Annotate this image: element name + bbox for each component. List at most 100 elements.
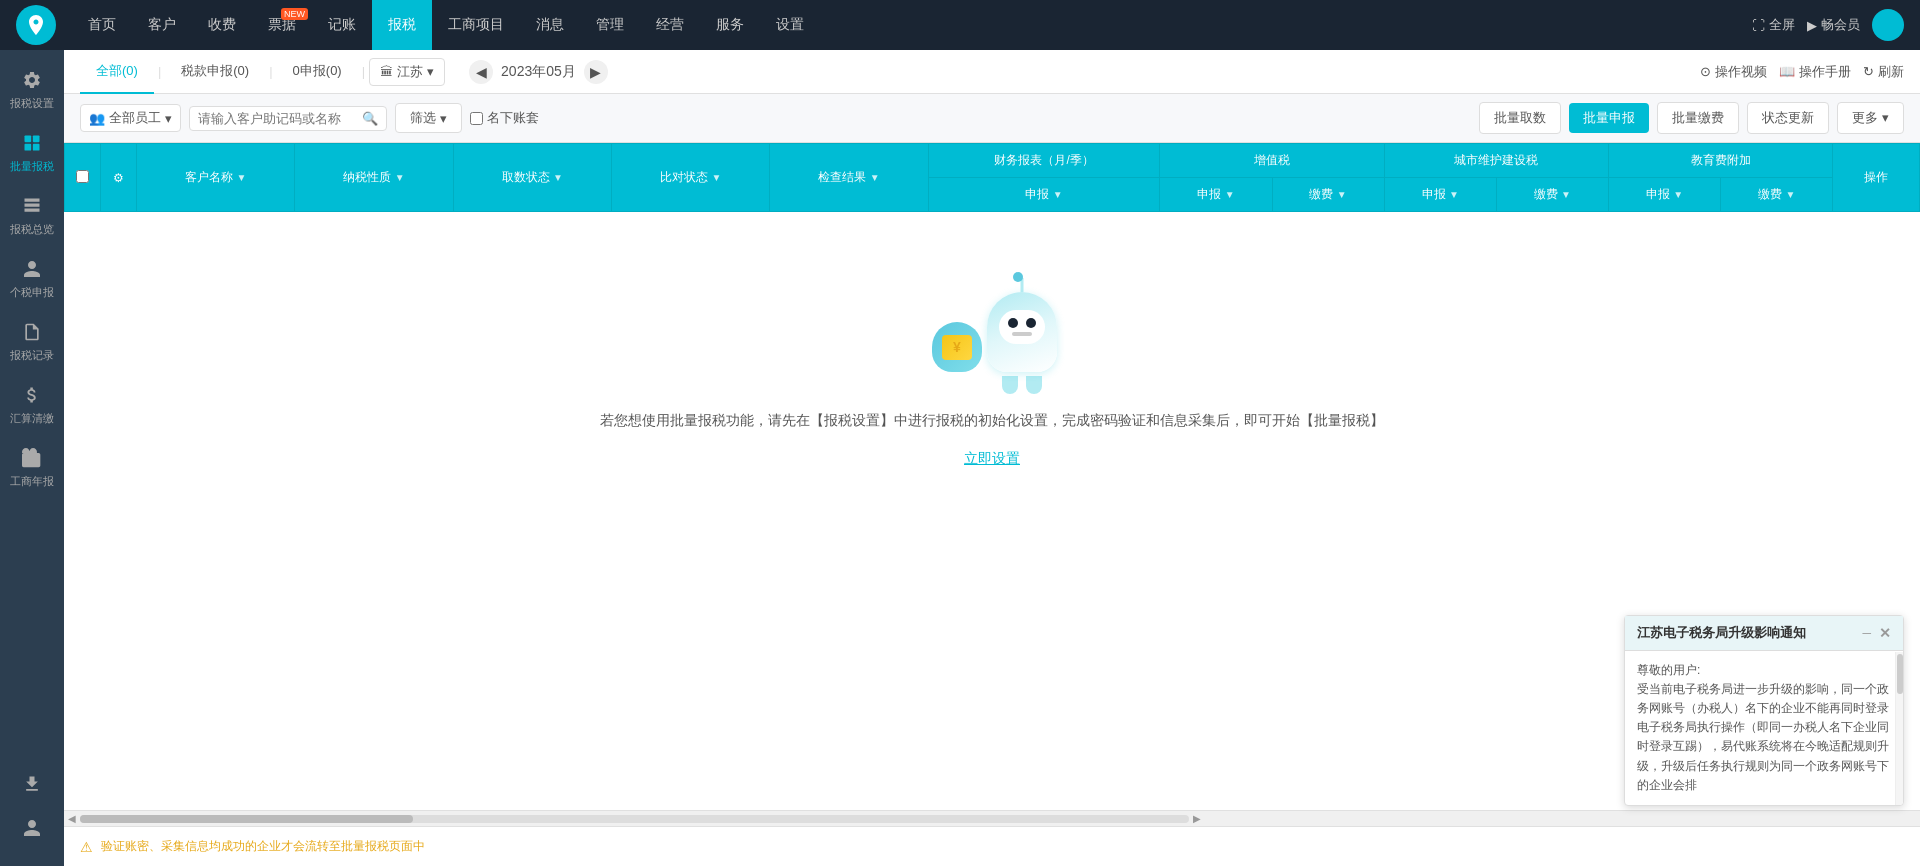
sidebar-item-download[interactable] <box>0 762 64 806</box>
minimize-icon[interactable]: ─ <box>1862 626 1871 640</box>
sidebar-item-user[interactable] <box>0 806 64 850</box>
edu-declare-filter-icon[interactable]: ▼ <box>1673 189 1683 200</box>
nav-invoice[interactable]: 票据 NEW <box>252 0 312 50</box>
col-city-declare: 申报 ▼ <box>1384 178 1496 212</box>
operation-video-btn[interactable]: ⊙ 操作视频 <box>1700 63 1767 81</box>
col-financial-declare: 申报 ▼ <box>928 178 1160 212</box>
tab-tax-declare[interactable]: 税款申报 (0) <box>165 50 265 94</box>
scroll-thumb[interactable] <box>80 815 413 823</box>
date-prev-btn[interactable]: ◀ <box>469 60 493 84</box>
refresh-btn[interactable]: ↻ 刷新 <box>1863 63 1904 81</box>
nav-bookkeeping[interactable]: 记账 <box>312 0 372 50</box>
tab-zero-declare[interactable]: 0申报 (0) <box>277 50 358 94</box>
nav-industrial[interactable]: 工商项目 <box>432 0 520 50</box>
date-display: 2023年05月 <box>501 63 576 81</box>
annual-icon <box>20 383 44 407</box>
sidebar-item-tax-settings[interactable]: 报税设置 <box>0 58 64 121</box>
svg-rect-2 <box>25 144 32 151</box>
member-btn[interactable]: ▶ 畅会员 <box>1807 16 1860 34</box>
chevron-down-icon: ▾ <box>165 111 172 126</box>
nav-message[interactable]: 消息 <box>520 0 580 50</box>
status-update-button[interactable]: 状态更新 <box>1747 102 1829 134</box>
sidebar-bottom <box>0 762 64 858</box>
batch-fetch-button[interactable]: 批量取数 <box>1479 102 1561 134</box>
search-icon[interactable]: 🔍 <box>362 111 378 126</box>
col-tax-type: 纳税性质 ▼ <box>295 144 453 212</box>
horizontal-scrollbar[interactable]: ◀ ▶ <box>64 810 1920 826</box>
status-message: 验证账密、采集信息均成功的企业才会流转至批量报税页面中 <box>101 838 425 855</box>
toolbar: 👥 全部员工 ▾ 🔍 筛选 ▾ 名下账套 批量取数 批量申报 批量缴费 状态更新 <box>64 94 1920 143</box>
col-edu-fee: 教育费附加 <box>1608 144 1832 178</box>
col-check-result: 检查结果 ▼ <box>770 144 928 212</box>
operation-manual-btn[interactable]: 📖 操作手册 <box>1779 63 1851 81</box>
taxtype-filter-icon[interactable]: ▼ <box>395 172 405 183</box>
sidebar-label-batch-tax: 批量报税 <box>10 159 54 174</box>
batch-declare-button[interactable]: 批量申报 <box>1569 103 1649 133</box>
sidebar-label-tax-settings: 报税设置 <box>10 96 54 111</box>
user-avatar[interactable] <box>1872 9 1904 41</box>
col-edu-declare: 申报 ▼ <box>1608 178 1720 212</box>
close-icon[interactable]: ✕ <box>1879 625 1891 641</box>
setup-link[interactable]: 立即设置 <box>964 450 1020 468</box>
vat-declare-filter-icon[interactable]: ▼ <box>1225 189 1235 200</box>
col-edu-pay: 缴费 ▼ <box>1721 178 1833 212</box>
province-select[interactable]: 🏛 江苏 ▾ <box>369 58 445 86</box>
sidebar-label-personal-tax: 个税申报 <box>10 285 54 300</box>
city-pay-filter-icon[interactable]: ▼ <box>1561 189 1571 200</box>
search-input[interactable] <box>198 111 358 126</box>
nav-management[interactable]: 管理 <box>580 0 640 50</box>
business-icon <box>20 446 44 470</box>
download-icon <box>20 772 44 796</box>
table-config-header: ⚙ <box>101 144 137 212</box>
nav-customer[interactable]: 客户 <box>132 0 192 50</box>
sidebar: 报税设置 批量报税 报税总览 <box>0 50 64 866</box>
top-nav: 首页 客户 收费 票据 NEW 记账 报税 工商项目 消息 管理 经营 服务 设… <box>0 0 1920 50</box>
select-all-checkbox[interactable] <box>76 170 89 183</box>
customer-filter-icon[interactable]: ▼ <box>236 172 246 183</box>
date-next-btn[interactable]: ▶ <box>584 60 608 84</box>
filter-chevron-icon: ▾ <box>440 111 447 126</box>
nav-operation[interactable]: 经营 <box>640 0 700 50</box>
status-bar: ⚠ 验证账密、采集信息均成功的企业才会流转至批量报税页面中 <box>64 826 1920 866</box>
sidebar-label-overview: 报税总览 <box>10 222 54 237</box>
vat-pay-filter-icon[interactable]: ▼ <box>1337 189 1347 200</box>
col-compare-status: 比对状态 ▼ <box>612 144 770 212</box>
nav-tax[interactable]: 报税 <box>372 0 432 50</box>
sub-account-checkbox[interactable]: 名下账套 <box>470 109 539 127</box>
fetch-filter-icon[interactable]: ▼ <box>553 172 563 183</box>
tab-all[interactable]: 全部 (0) <box>80 50 154 94</box>
sidebar-item-overview[interactable]: 报税总览 <box>0 184 64 247</box>
city-declare-filter-icon[interactable]: ▼ <box>1449 189 1459 200</box>
sidebar-item-personal-tax[interactable]: 个税申报 <box>0 247 64 310</box>
nav-fee[interactable]: 收费 <box>192 0 252 50</box>
app-logo[interactable] <box>16 5 56 45</box>
fullscreen-btn[interactable]: ⛶ 全屏 <box>1752 16 1795 34</box>
sidebar-item-batch-tax[interactable]: 批量报税 <box>0 121 64 184</box>
scroll-track[interactable] <box>80 815 1189 823</box>
svg-rect-1 <box>33 136 40 143</box>
batch-pay-button[interactable]: 批量缴费 <box>1657 102 1739 134</box>
video-icon: ⊙ <box>1700 64 1711 79</box>
svg-rect-3 <box>33 144 40 151</box>
edu-pay-filter-icon[interactable]: ▼ <box>1785 189 1795 200</box>
filter-button[interactable]: 筛选 ▾ <box>395 103 462 133</box>
nav-service[interactable]: 服务 <box>700 0 760 50</box>
new-badge: NEW <box>281 8 308 20</box>
nav-items: 首页 客户 收费 票据 NEW 记账 报税 工商项目 消息 管理 经营 服务 设… <box>72 0 1752 50</box>
sidebar-item-business-report[interactable]: 工商年报 <box>0 436 64 499</box>
sidebar-label-business-report: 工商年报 <box>10 474 54 489</box>
check-filter-icon[interactable]: ▼ <box>870 172 880 183</box>
fin-declare-filter-icon[interactable]: ▼ <box>1053 189 1063 200</box>
search-wrap: 🔍 <box>189 106 387 131</box>
sidebar-item-annual-settlement[interactable]: 汇算清缴 <box>0 373 64 436</box>
nav-home[interactable]: 首页 <box>72 0 132 50</box>
tabs-right: ⊙ 操作视频 📖 操作手册 ↻ 刷新 <box>1700 63 1904 81</box>
book-icon: 📖 <box>1779 64 1795 79</box>
gear-icon[interactable]: ⚙ <box>113 171 124 185</box>
compare-filter-icon[interactable]: ▼ <box>711 172 721 183</box>
more-button[interactable]: 更多 ▾ <box>1837 102 1904 134</box>
sub-account-check-input[interactable] <box>470 112 483 125</box>
nav-settings[interactable]: 设置 <box>760 0 820 50</box>
sidebar-item-tax-record[interactable]: 报税记录 <box>0 310 64 373</box>
staff-select[interactable]: 👥 全部员工 ▾ <box>80 104 181 132</box>
